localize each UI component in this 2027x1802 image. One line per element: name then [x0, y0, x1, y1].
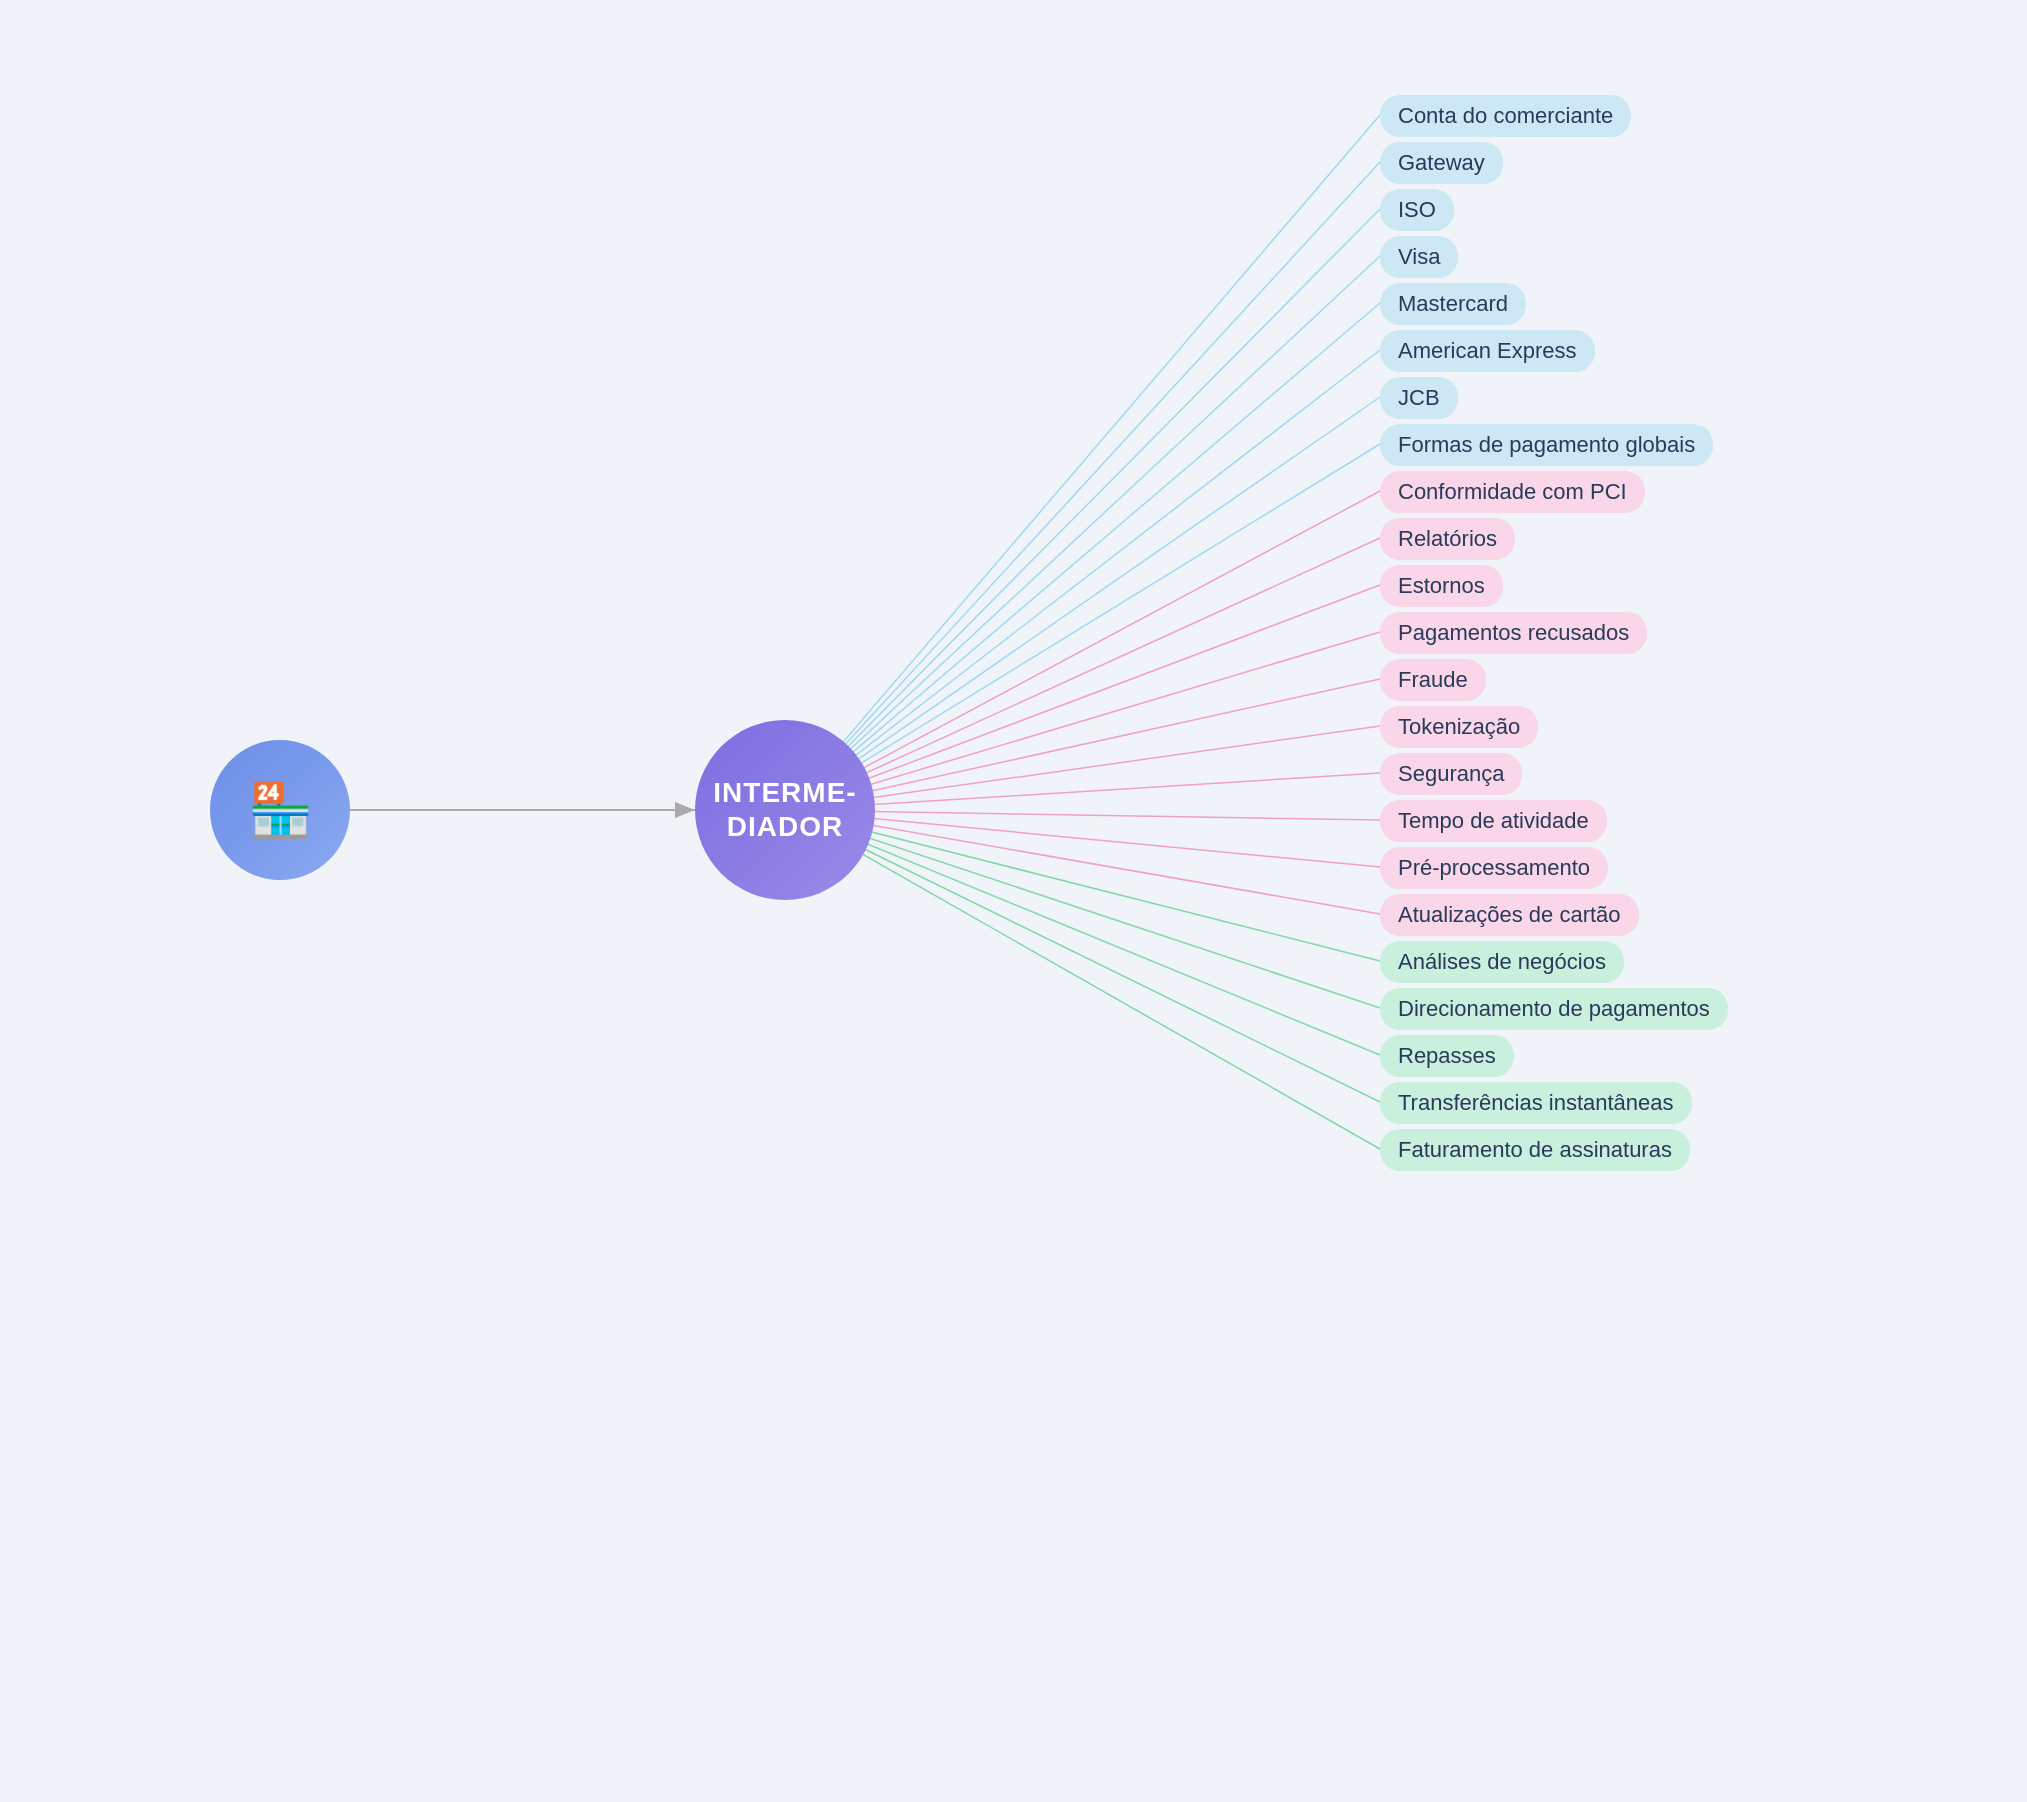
gateway-label: Gateway	[1380, 142, 1503, 184]
conformidade-pci-label: Conformidade com PCI	[1380, 471, 1645, 513]
svg-line-20	[785, 810, 1380, 961]
jcb-label: JCB	[1380, 377, 1458, 419]
merchant-node: 🏪	[210, 740, 350, 880]
store-icon: 🏪	[248, 780, 313, 841]
svg-line-8	[785, 397, 1380, 810]
svg-line-7	[785, 350, 1380, 810]
analises-negocios-label: Análises de negócios	[1380, 941, 1624, 983]
fraude-label: Fraude	[1380, 659, 1486, 701]
visa-label: Visa	[1380, 236, 1458, 278]
american-express-label: American Express	[1380, 330, 1595, 372]
svg-line-6	[785, 303, 1380, 810]
svg-line-21	[785, 810, 1380, 1008]
faturamento-assinaturas-label: Faturamento de assinaturas	[1380, 1129, 1690, 1171]
formas-pagamento-label: Formas de pagamento globais	[1380, 424, 1713, 466]
svg-line-13	[785, 632, 1380, 810]
svg-line-24	[785, 810, 1380, 1149]
svg-line-23	[785, 810, 1380, 1102]
svg-line-15	[785, 726, 1380, 810]
conta-comerciante-label: Conta do comerciante	[1380, 95, 1631, 137]
mastercard-label: Mastercard	[1380, 283, 1526, 325]
tokenizacao-label: Tokenização	[1380, 706, 1538, 748]
svg-line-11	[785, 538, 1380, 810]
transferencias-instantaneas-label: Transferências instantâneas	[1380, 1082, 1692, 1124]
intermediator-label: INTERME-DIADOR	[713, 776, 856, 843]
direcionamento-pagamentos-label: Direcionamento de pagamentos	[1380, 988, 1728, 1030]
svg-line-12	[785, 585, 1380, 810]
svg-line-19	[785, 810, 1380, 914]
relatorios-label: Relatórios	[1380, 518, 1515, 560]
svg-line-14	[785, 679, 1380, 810]
iso-label: ISO	[1380, 189, 1454, 231]
estornos-label: Estornos	[1380, 565, 1503, 607]
svg-line-9	[785, 444, 1380, 810]
seguranca-label: Segurança	[1380, 753, 1522, 795]
intermediator-node: INTERME-DIADOR	[695, 720, 875, 900]
svg-line-2	[785, 115, 1380, 810]
svg-line-10	[785, 491, 1380, 810]
svg-line-22	[785, 810, 1380, 1055]
svg-line-5	[785, 256, 1380, 810]
svg-line-4	[785, 209, 1380, 810]
svg-line-3	[785, 162, 1380, 810]
pagamentos-recusados-label: Pagamentos recusados	[1380, 612, 1647, 654]
svg-marker-1	[675, 802, 695, 818]
repasses-label: Repasses	[1380, 1035, 1514, 1077]
tempo-atividade-label: Tempo de atividade	[1380, 800, 1607, 842]
atualizacoes-cartao-label: Atualizações de cartão	[1380, 894, 1639, 936]
pre-processamento-label: Pré-processamento	[1380, 847, 1608, 889]
